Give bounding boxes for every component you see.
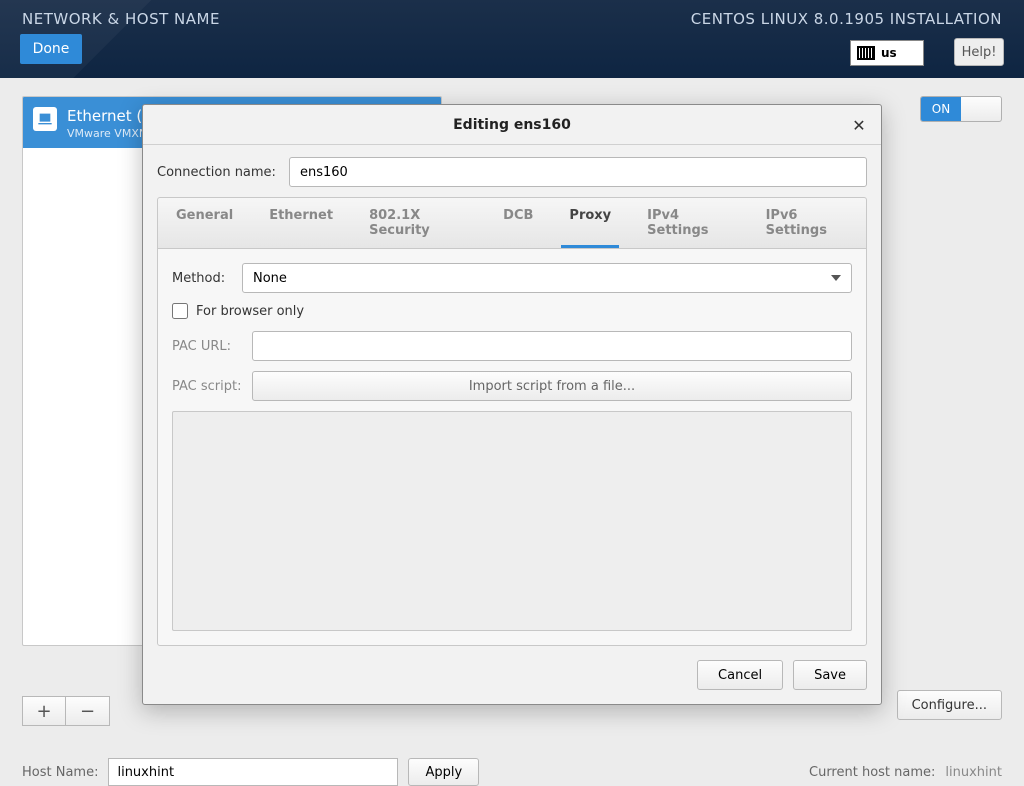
pac-url-label: PAC URL: (172, 339, 242, 354)
connection-name-label: Connection name: (157, 165, 279, 180)
save-button[interactable]: Save (793, 660, 867, 690)
pac-script-textarea (172, 411, 852, 631)
tab-proxy[interactable]: Proxy (551, 198, 629, 248)
cancel-button[interactable]: Cancel (697, 660, 783, 690)
edit-connection-dialog: Editing ens160 ✕ Connection name: Genera… (142, 104, 882, 705)
tab-8021x[interactable]: 802.1X Security (351, 198, 485, 248)
current-hostname-label: Current host name: (809, 765, 935, 780)
add-interface-button[interactable]: + (22, 696, 66, 726)
interface-toggle[interactable]: ON (920, 96, 1002, 122)
installer-title: CENTOS LINUX 8.0.1905 INSTALLATION (691, 10, 1002, 28)
connection-name-input[interactable] (289, 157, 867, 187)
method-value: None (253, 271, 287, 286)
page-title: NETWORK & HOST NAME (22, 10, 220, 28)
top-banner: NETWORK & HOST NAME CENTOS LINUX 8.0.190… (0, 0, 1024, 78)
for-browser-checkbox[interactable] (172, 303, 188, 319)
tab-ipv6[interactable]: IPv6 Settings (748, 198, 866, 248)
configure-button[interactable]: Configure... (897, 690, 1002, 720)
tab-dcb[interactable]: DCB (485, 198, 551, 248)
proxy-tab-panel: Method: None For browser only PAC URL: P… (157, 248, 867, 646)
tab-ethernet[interactable]: Ethernet (251, 198, 351, 248)
tab-general[interactable]: General (158, 198, 251, 248)
method-label: Method: (172, 271, 232, 286)
apply-hostname-button[interactable]: Apply (408, 758, 479, 786)
remove-interface-button[interactable]: − (66, 696, 110, 726)
help-button[interactable]: Help! (954, 38, 1004, 66)
done-button[interactable]: Done (20, 34, 82, 64)
close-icon[interactable]: ✕ (849, 115, 869, 135)
toggle-on-label: ON (921, 97, 961, 121)
method-select[interactable]: None (242, 263, 852, 293)
keyboard-icon (857, 46, 875, 60)
hostname-row: Host Name: Apply Current host name: linu… (22, 758, 1002, 786)
chevron-down-icon (831, 275, 841, 281)
dialog-title-bar: Editing ens160 ✕ (143, 105, 881, 145)
keyboard-label: us (881, 46, 897, 60)
hostname-label: Host Name: (22, 765, 98, 780)
pac-script-label: PAC script: (172, 379, 242, 394)
ethernet-icon (33, 107, 57, 131)
dialog-tabs: General Ethernet 802.1X Security DCB Pro… (157, 197, 867, 248)
hostname-input[interactable] (108, 758, 398, 786)
keyboard-indicator[interactable]: us (850, 40, 924, 66)
pac-url-input (252, 331, 852, 361)
current-hostname-value: linuxhint (945, 765, 1002, 780)
toggle-off-side (961, 97, 1001, 121)
dialog-title: Editing ens160 (453, 117, 571, 133)
for-browser-label: For browser only (196, 304, 304, 319)
tab-ipv4[interactable]: IPv4 Settings (629, 198, 747, 248)
import-script-button[interactable]: Import script from a file... (252, 371, 852, 401)
